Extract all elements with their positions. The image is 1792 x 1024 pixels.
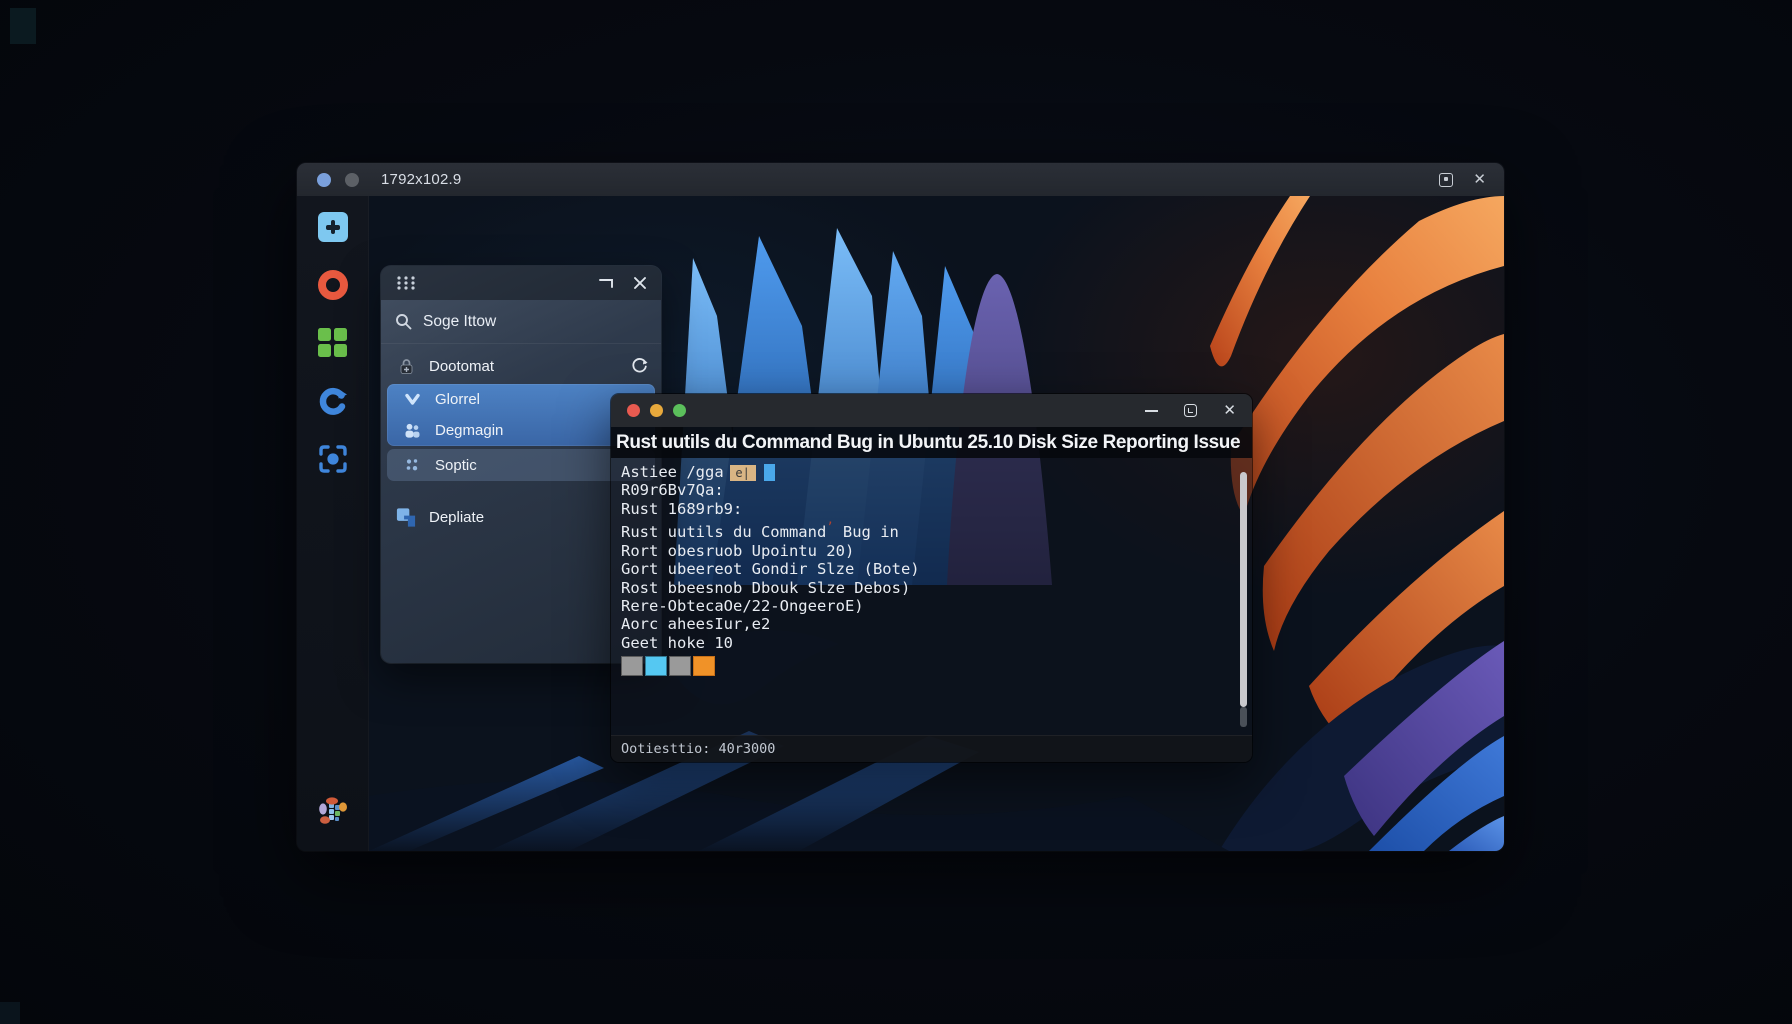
app-titlebar: 1792x102.9 ✕ bbox=[297, 163, 1504, 196]
record-ring-icon bbox=[317, 270, 348, 300]
scrollbar-thumb[interactable] bbox=[1240, 707, 1247, 727]
two-tone-squares-icon bbox=[395, 506, 417, 529]
menu-item-label: Degmagin bbox=[435, 422, 504, 439]
menu-item-label: Depliate bbox=[429, 508, 485, 526]
sidebar-capture-button[interactable] bbox=[316, 442, 350, 476]
terminal-titlebar[interactable]: ✕ bbox=[611, 394, 1252, 427]
window-dot-gray[interactable] bbox=[345, 172, 359, 187]
status-text: Ootiesttio: 40r3000 bbox=[621, 741, 776, 757]
red-mark: ’ bbox=[826, 520, 834, 535]
window-dot-blue[interactable] bbox=[317, 172, 331, 187]
sidebar-apps-button[interactable] bbox=[316, 326, 350, 360]
minimize-traffic-light[interactable] bbox=[650, 404, 663, 417]
menu-item-label: Dootomat bbox=[429, 357, 495, 375]
zoom-traffic-light[interactable] bbox=[673, 404, 686, 417]
menu-item-label: Glorrel bbox=[435, 391, 481, 408]
terminal-heading: Rust uutils du Command Bug in Ubuntu 25.… bbox=[611, 427, 1252, 458]
chevron-v-icon bbox=[401, 393, 423, 406]
people-icon bbox=[401, 422, 423, 439]
minimize-icon[interactable] bbox=[598, 276, 615, 290]
sidebar-refresh-button[interactable] bbox=[316, 384, 350, 418]
search-input[interactable] bbox=[423, 312, 613, 331]
refresh-c-icon bbox=[319, 387, 347, 415]
background-artifact bbox=[10, 8, 36, 44]
app-window: 1792x102.9 ✕ Soge Ittow Dootomat Glorrel… bbox=[297, 163, 1504, 851]
color-swatch bbox=[669, 656, 691, 677]
color-swatch bbox=[693, 656, 715, 677]
lock-icon bbox=[395, 357, 417, 376]
close-icon[interactable]: ✕ bbox=[1223, 403, 1236, 418]
refresh-icon[interactable] bbox=[630, 355, 649, 378]
ansi-block: e| bbox=[729, 464, 756, 481]
color-swatch bbox=[645, 656, 667, 677]
menu-item-label: Soptic bbox=[435, 456, 477, 474]
search-row[interactable] bbox=[381, 300, 661, 344]
sidebar bbox=[297, 196, 369, 851]
minimize-icon[interactable] bbox=[1145, 409, 1159, 412]
terminal-status-bar: Ootiesttio: 40r3000 bbox=[611, 735, 1252, 762]
background-artifact bbox=[0, 1002, 20, 1024]
drag-grid-icon[interactable] bbox=[395, 275, 421, 291]
search-icon bbox=[396, 314, 412, 330]
terminal-window: ✕ Rust uutils du Command Bug in Ubuntu 2… bbox=[611, 394, 1252, 762]
color-swatch-row bbox=[621, 656, 1242, 677]
close-icon[interactable]: ✕ bbox=[1473, 172, 1486, 187]
restore-icon[interactable] bbox=[1439, 172, 1454, 187]
terminal-output: Astiee /gga e| R09r6Bv7Qa: Rust 1689rb9: … bbox=[611, 458, 1252, 735]
add-square-icon bbox=[317, 212, 348, 242]
menu-item-dootomat[interactable]: Dootomat bbox=[381, 350, 661, 382]
restore-icon[interactable] bbox=[1184, 404, 1198, 417]
scrollbar[interactable] bbox=[1240, 472, 1247, 707]
app-launcher-flower-icon bbox=[318, 797, 347, 824]
close-traffic-light[interactable] bbox=[627, 404, 640, 417]
sidebar-add-button[interactable] bbox=[316, 210, 350, 244]
launcher-panel-titlebar[interactable] bbox=[381, 266, 661, 300]
group-dots-icon bbox=[401, 457, 423, 473]
color-swatch bbox=[621, 656, 643, 677]
apps-grid-icon bbox=[317, 328, 348, 358]
sidebar-record-button[interactable] bbox=[316, 268, 350, 302]
terminal-cursor bbox=[763, 464, 775, 481]
screen-capture-icon bbox=[318, 445, 347, 473]
close-icon[interactable] bbox=[633, 276, 647, 290]
window-title: 1792x102.9 bbox=[381, 171, 462, 188]
sidebar-launcher-button[interactable] bbox=[316, 795, 350, 829]
desktop-background: 1792x102.9 ✕ Soge Ittow Dootomat Glorrel… bbox=[0, 0, 1792, 1024]
